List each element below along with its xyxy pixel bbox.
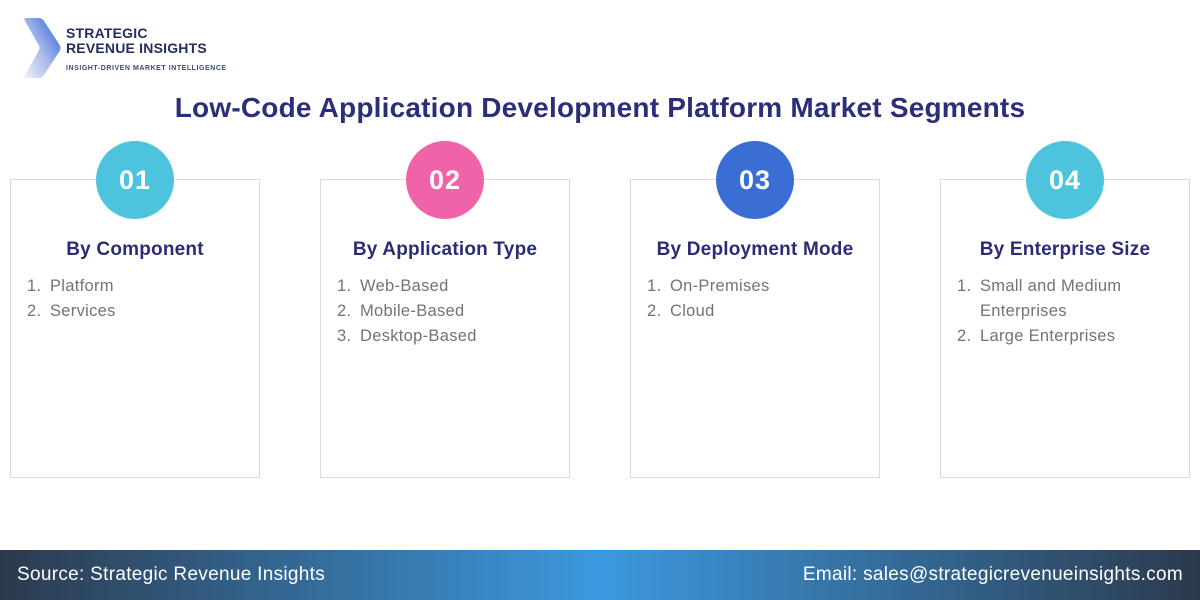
segment-card-enterprise-size: 04 By Enterprise Size 1. Small and Mediu… <box>940 141 1190 478</box>
list-item-number: 1. <box>957 277 972 295</box>
list-item-number: 2. <box>27 302 42 320</box>
page-title: Low-Code Application Development Platfor… <box>174 92 1026 123</box>
footer-email-text: Email: sales@strategicrevenueinsights.co… <box>802 564 1183 585</box>
list-item-number: 3. <box>337 327 352 345</box>
list-item-text: Large Enterprises <box>980 327 1116 345</box>
segment-number-badge: 02 <box>406 141 484 219</box>
segment-cards-row: 01 By Component 1. Platform 2. Services … <box>10 141 1190 478</box>
segment-item-list: 1. On-Premises 2. Cloud <box>631 274 879 324</box>
segment-item-list: 1. Platform 2. Services <box>11 274 259 324</box>
list-item: 1. Platform <box>27 274 251 299</box>
brand-text-block: STRATEGIC REVENUE INSIGHTS INSIGHT-DRIVE… <box>66 17 227 73</box>
list-item: 1. On-Premises <box>647 274 871 299</box>
list-item-text: Services <box>50 302 116 320</box>
list-item-text: Desktop-Based <box>360 327 477 345</box>
list-item: 1. Web-Based <box>337 274 561 299</box>
brand-name: STRATEGIC REVENUE INSIGHTS <box>66 26 227 56</box>
brand-name-line1: STRATEGIC <box>66 25 148 41</box>
list-item-number: 1. <box>337 277 352 295</box>
footer-source-text: Source: Strategic Revenue Insights <box>17 564 326 585</box>
list-item-number: 2. <box>647 302 662 320</box>
brand-name-line2: REVENUE INSIGHTS <box>66 40 207 56</box>
list-item-text: Small and Medium Enterprises <box>980 277 1122 320</box>
infographic-page: STRATEGIC REVENUE INSIGHTS INSIGHT-DRIVE… <box>0 0 1200 600</box>
list-item-text: Mobile-Based <box>360 302 465 320</box>
segment-title: By Deployment Mode <box>656 239 854 260</box>
brand-header: STRATEGIC REVENUE INSIGHTS INSIGHT-DRIVE… <box>22 17 227 79</box>
segment-number-badge: 01 <box>96 141 174 219</box>
list-item-number: 1. <box>27 277 42 295</box>
segment-card-component: 01 By Component 1. Platform 2. Services <box>10 141 260 478</box>
list-item-number: 1. <box>647 277 662 295</box>
segment-card-deployment-mode: 03 By Deployment Mode 1. On-Premises 2. … <box>630 141 880 478</box>
segment-item-list: 1. Small and Medium Enterprises 2. Large… <box>941 274 1189 349</box>
brand-tagline: INSIGHT-DRIVEN MARKET INTELLIGENCE <box>66 65 227 72</box>
list-item-number: 2. <box>337 302 352 320</box>
list-item: 2. Large Enterprises <box>957 324 1181 349</box>
segment-number-badge: 03 <box>716 141 794 219</box>
list-item: 1. Small and Medium Enterprises <box>957 274 1181 324</box>
segment-card-application-type: 02 By Application Type 1. Web-Based 2. M… <box>320 141 570 478</box>
list-item-text: Platform <box>50 277 114 295</box>
segment-item-list: 1. Web-Based 2. Mobile-Based 3. Desktop-… <box>321 274 569 349</box>
list-item-number: 2. <box>957 327 972 345</box>
chevron-arrow-icon <box>24 18 61 78</box>
list-item: 2. Services <box>27 299 251 324</box>
list-item-text: On-Premises <box>670 277 770 295</box>
list-item: 3. Desktop-Based <box>337 324 561 349</box>
segment-number-badge: 04 <box>1026 141 1104 219</box>
footer-bar: Source: Strategic Revenue Insights Email… <box>0 550 1200 600</box>
list-item-text: Web-Based <box>360 277 449 295</box>
list-item-text: Cloud <box>670 302 715 320</box>
segment-title: By Enterprise Size <box>979 239 1151 260</box>
list-item: 2. Mobile-Based <box>337 299 561 324</box>
segment-title: By Application Type <box>352 239 538 260</box>
segment-title: By Component <box>66 239 204 260</box>
list-item: 2. Cloud <box>647 299 871 324</box>
